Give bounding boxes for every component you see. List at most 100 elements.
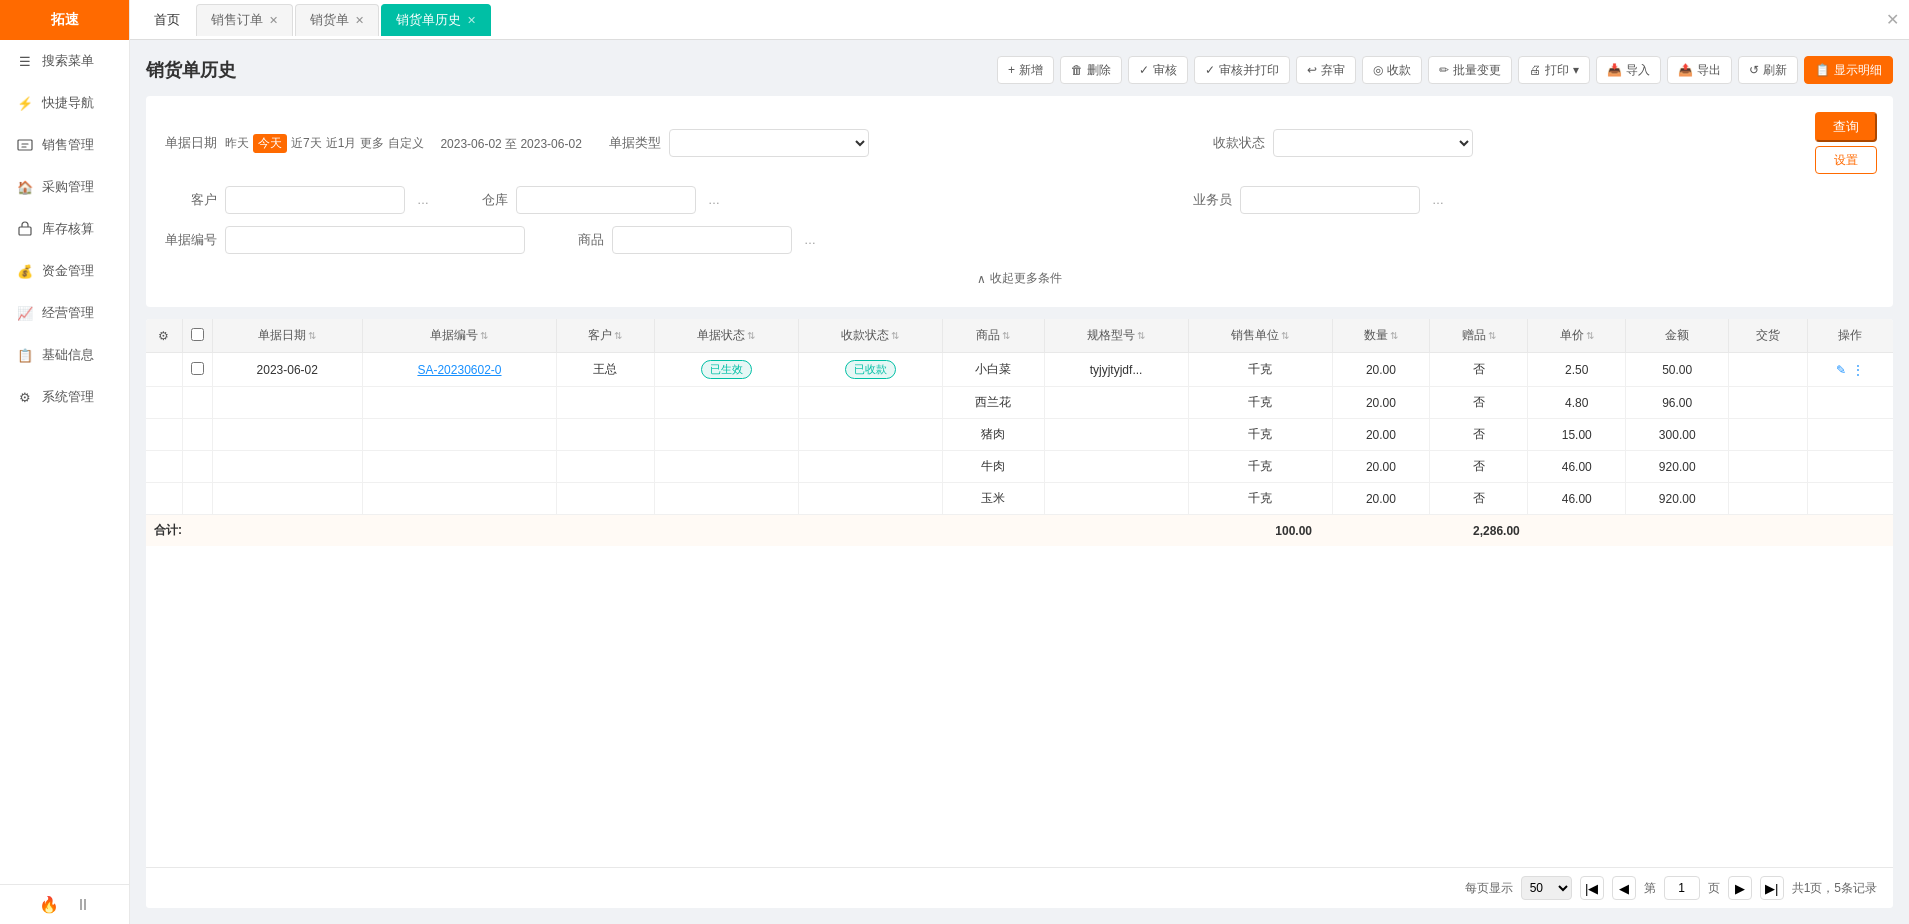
sidebar-item-finance[interactable]: 💰 资金管理: [0, 250, 129, 292]
table-settings-icon[interactable]: ⚙: [158, 329, 169, 343]
delete-button[interactable]: 🗑 删除: [1060, 56, 1122, 84]
tab-sales-order-close[interactable]: ✕: [269, 14, 278, 27]
audit-print-button[interactable]: ✓ 审核并打印: [1194, 56, 1290, 84]
sidebar-item-inventory[interactable]: 库存核算: [0, 208, 129, 250]
filter-collect-status-select[interactable]: [1273, 129, 1473, 157]
doc-no-link[interactable]: SA-20230602-0: [417, 363, 501, 377]
cell-no[interactable]: [362, 483, 556, 515]
filter-warehouse-input[interactable]: [516, 186, 696, 214]
tab-sales-goods-close[interactable]: ✕: [355, 14, 364, 27]
per-page-select[interactable]: 50 100 200: [1521, 876, 1572, 900]
abandon-button[interactable]: ↩ 弃审: [1296, 56, 1356, 84]
date-quick-1month[interactable]: 近1月: [326, 135, 357, 152]
print-button[interactable]: 🖨 打印 ▾: [1518, 56, 1590, 84]
cell-no[interactable]: SA-20230602-0: [362, 353, 556, 387]
sort-price-icon[interactable]: ⇅: [1586, 330, 1594, 341]
tab-home[interactable]: 首页: [140, 4, 194, 36]
sidebar-item-search-menu[interactable]: ☰ 搜索菜单: [0, 40, 129, 82]
tab-sales-goods[interactable]: 销货单 ✕: [295, 4, 379, 36]
export-button[interactable]: 📤 导出: [1667, 56, 1732, 84]
cell-checkbox[interactable]: [182, 451, 212, 483]
col-gift[interactable]: 赠品⇅: [1430, 319, 1528, 353]
col-spec[interactable]: 规格型号⇅: [1044, 319, 1188, 353]
goods-picker-icon[interactable]: …: [804, 233, 816, 247]
table-wrapper[interactable]: ⚙ 单据日期⇅ 单据编号⇅ 客: [146, 319, 1893, 867]
sidebar-item-basic-info[interactable]: 📋 基础信息: [0, 334, 129, 376]
page-prev-button[interactable]: ◀: [1612, 876, 1636, 900]
refresh-button[interactable]: ↺ 刷新: [1738, 56, 1798, 84]
sort-customer-icon[interactable]: ⇅: [614, 330, 622, 341]
window-close-icon[interactable]: ✕: [1886, 10, 1899, 29]
date-quick-more[interactable]: 更多: [360, 135, 384, 152]
col-settings[interactable]: ⚙: [146, 319, 182, 353]
date-quick-7days[interactable]: 近7天: [291, 135, 322, 152]
filter-doctype-select[interactable]: [669, 129, 869, 157]
sidebar-item-operations[interactable]: 📈 经营管理: [0, 292, 129, 334]
cell-no[interactable]: [362, 419, 556, 451]
col-goods[interactable]: 商品⇅: [942, 319, 1044, 353]
show-detail-button[interactable]: 📋 显示明细: [1804, 56, 1893, 84]
filter-goods-input[interactable]: [612, 226, 792, 254]
tab-sales-order[interactable]: 销售订单 ✕: [196, 4, 293, 36]
cell-checkbox[interactable]: [182, 419, 212, 451]
sort-goods-icon[interactable]: ⇅: [1002, 330, 1010, 341]
col-checkbox[interactable]: [182, 319, 212, 353]
col-customer[interactable]: 客户⇅: [557, 319, 655, 353]
cell-action[interactable]: [1807, 387, 1893, 419]
cell-no[interactable]: [362, 451, 556, 483]
tab-sales-history-close[interactable]: ✕: [467, 14, 476, 27]
col-price[interactable]: 单价⇅: [1528, 319, 1626, 353]
date-quick-today[interactable]: 今天: [253, 134, 287, 153]
sort-date-icon[interactable]: ⇅: [308, 330, 316, 341]
cell-action[interactable]: [1807, 483, 1893, 515]
date-quick-yesterday[interactable]: 昨天: [225, 135, 249, 152]
action-more-icon[interactable]: ⋮: [1852, 363, 1864, 377]
page-first-button[interactable]: |◀: [1580, 876, 1604, 900]
sidebar-item-purchase-mgmt[interactable]: 🏠 采购管理: [0, 166, 129, 208]
page-last-button[interactable]: ▶|: [1760, 876, 1784, 900]
customer-picker-icon[interactable]: …: [417, 193, 429, 207]
collapse-button[interactable]: ∧ 收起更多条件: [162, 266, 1877, 291]
sort-docstatus-icon[interactable]: ⇅: [747, 330, 755, 341]
col-date[interactable]: 单据日期⇅: [212, 319, 362, 353]
cell-action[interactable]: [1807, 419, 1893, 451]
sidebar-fire-icon[interactable]: 🔥: [39, 895, 59, 914]
select-all-checkbox[interactable]: [191, 328, 204, 341]
audit-button[interactable]: ✓ 审核: [1128, 56, 1188, 84]
sort-qty-icon[interactable]: ⇅: [1390, 330, 1398, 341]
sort-gift-icon[interactable]: ⇅: [1488, 330, 1496, 341]
col-qty[interactable]: 数量⇅: [1332, 319, 1430, 353]
staff-picker-icon[interactable]: …: [1432, 193, 1444, 207]
cell-action[interactable]: [1807, 451, 1893, 483]
sort-spec-icon[interactable]: ⇅: [1137, 330, 1145, 341]
cell-checkbox[interactable]: [182, 353, 212, 387]
tab-sales-history[interactable]: 销货单历史 ✕: [381, 4, 491, 36]
sort-no-icon[interactable]: ⇅: [480, 330, 488, 341]
col-no[interactable]: 单据编号⇅: [362, 319, 556, 353]
collect-button[interactable]: ◎ 收款: [1362, 56, 1422, 84]
import-button[interactable]: 📥 导入: [1596, 56, 1661, 84]
page-number-input[interactable]: [1664, 876, 1700, 900]
add-button[interactable]: + 新增: [997, 56, 1054, 84]
warehouse-picker-icon[interactable]: …: [708, 193, 720, 207]
action-edit-icon[interactable]: ✎: [1836, 363, 1846, 377]
sort-unit-icon[interactable]: ⇅: [1281, 330, 1289, 341]
cell-checkbox[interactable]: [182, 483, 212, 515]
query-button[interactable]: 查询: [1815, 112, 1877, 142]
filter-customer-input[interactable]: [225, 186, 405, 214]
cell-checkbox[interactable]: [182, 387, 212, 419]
batch-change-button[interactable]: ✏ 批量变更: [1428, 56, 1512, 84]
cell-no[interactable]: [362, 387, 556, 419]
settings-button[interactable]: 设置: [1815, 146, 1877, 174]
col-collect-status[interactable]: 收款状态⇅: [798, 319, 942, 353]
sidebar-pause-icon[interactable]: ⏸: [75, 896, 91, 914]
sidebar-item-sales-mgmt[interactable]: 销售管理: [0, 124, 129, 166]
date-quick-custom[interactable]: 自定义: [388, 135, 424, 152]
page-next-button[interactable]: ▶: [1728, 876, 1752, 900]
filter-docno-input[interactable]: [225, 226, 525, 254]
col-doc-status[interactable]: 单据状态⇅: [654, 319, 798, 353]
sidebar-item-sys-mgmt[interactable]: ⚙ 系统管理: [0, 376, 129, 418]
cell-action[interactable]: ✎⋮: [1807, 353, 1893, 387]
sort-collectstatus-icon[interactable]: ⇅: [891, 330, 899, 341]
col-unit[interactable]: 销售单位⇅: [1188, 319, 1332, 353]
